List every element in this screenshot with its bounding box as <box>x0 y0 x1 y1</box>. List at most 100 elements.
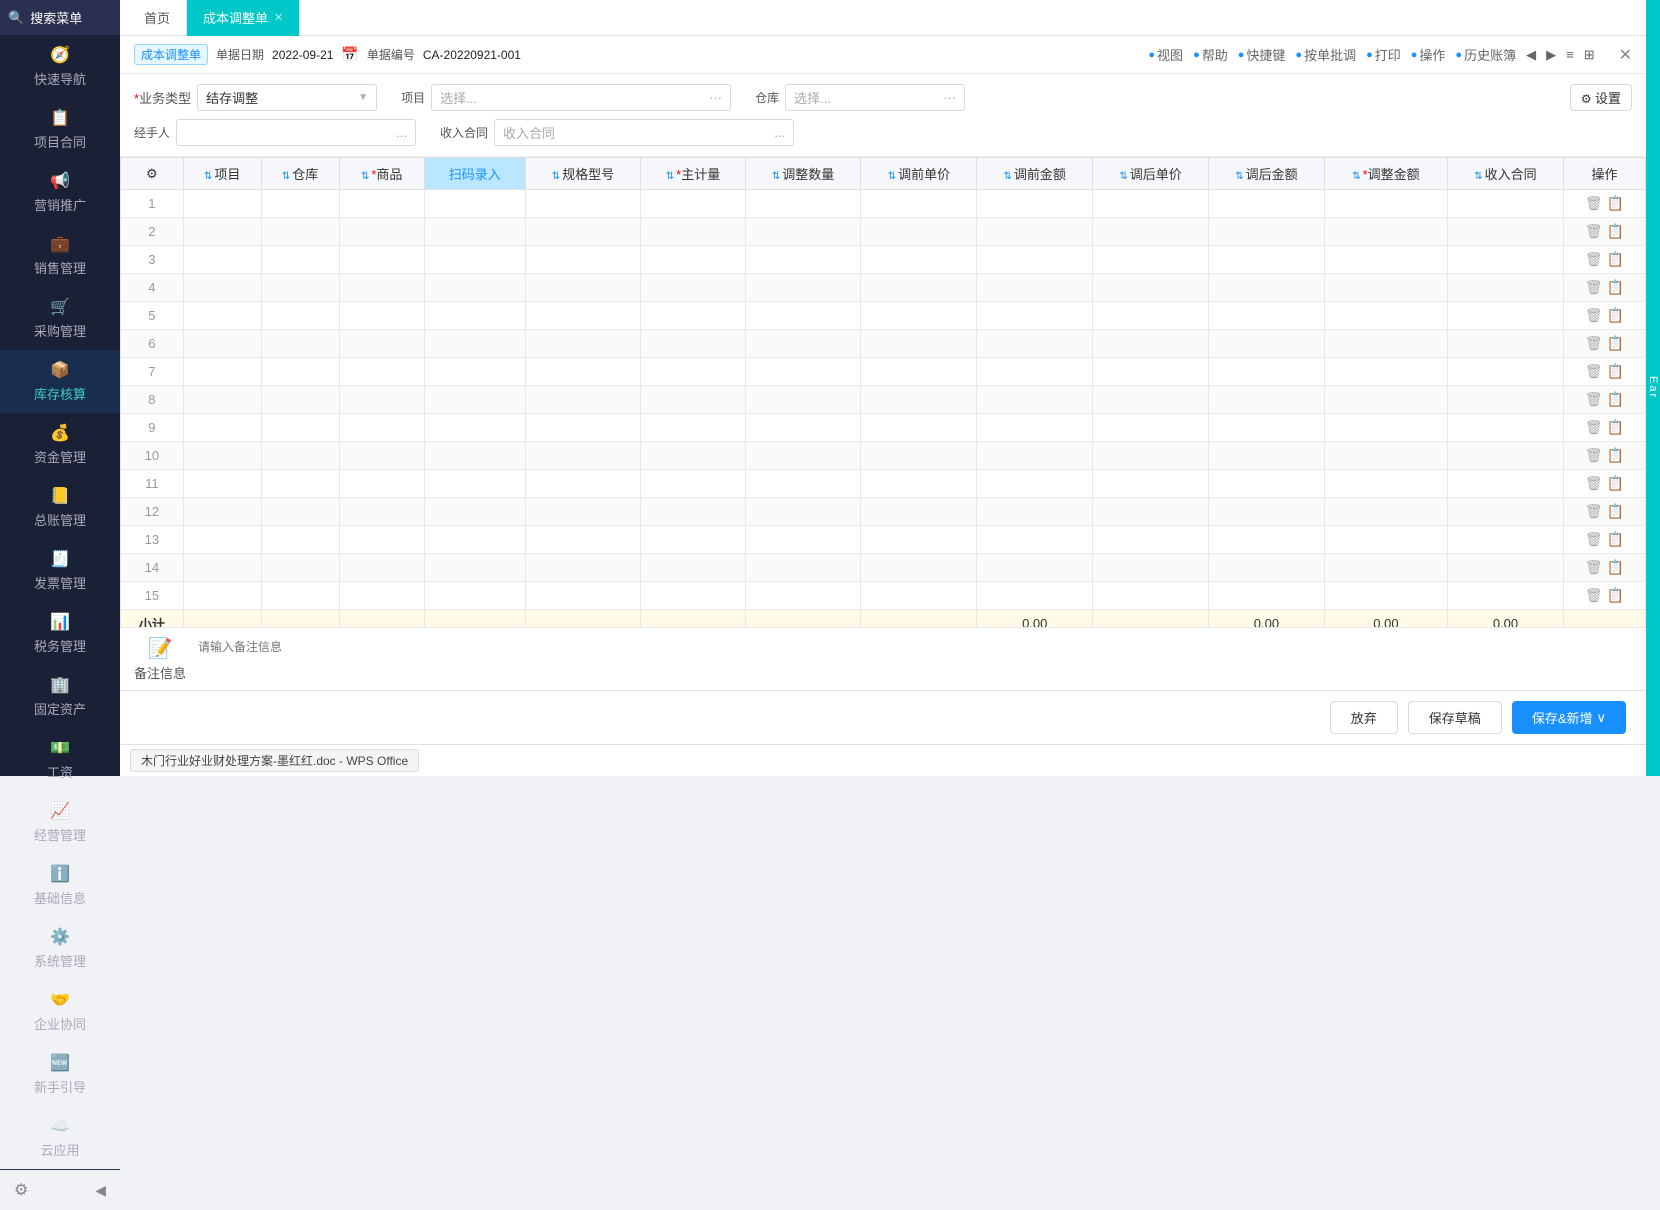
cell-adj_amount-13[interactable] <box>1324 526 1447 554</box>
copy-icon-6[interactable]: 📋 <box>1607 335 1624 352</box>
cell-unit-10[interactable] <box>641 442 745 470</box>
cell-pre_price-5[interactable] <box>861 302 977 330</box>
cell-unit-14[interactable] <box>641 554 745 582</box>
cell-income_contract-5[interactable] <box>1448 302 1564 330</box>
sidebar-item-new-guide[interactable]: 🆕新手引导 <box>0 1043 120 1106</box>
save-new-button[interactable]: 保存&新增 ∨ <box>1512 701 1626 734</box>
delete-icon-9[interactable]: 🗑 <box>1585 419 1603 436</box>
cell-product-8[interactable] <box>339 386 424 414</box>
col-post_price[interactable]: ⇅调后单价 <box>1093 158 1209 190</box>
cell-spec-2[interactable] <box>525 218 641 246</box>
delete-icon-6[interactable]: 🗑 <box>1585 335 1603 352</box>
cell-settings-11[interactable]: 11 <box>121 470 184 498</box>
cell-project-2[interactable] <box>183 218 261 246</box>
cell-post_amount-2[interactable] <box>1209 218 1325 246</box>
cell-post_price-10[interactable] <box>1093 442 1209 470</box>
cell-warehouse-14[interactable] <box>261 554 339 582</box>
cell-scan-2[interactable] <box>424 218 525 246</box>
cell-product-10[interactable] <box>339 442 424 470</box>
cell-post_amount-6[interactable] <box>1209 330 1325 358</box>
cell-unit-8[interactable] <box>641 386 745 414</box>
cell-adj_amount-12[interactable] <box>1324 498 1447 526</box>
delete-icon-10[interactable]: 🗑 <box>1585 447 1603 464</box>
cell-warehouse-2[interactable] <box>261 218 339 246</box>
cell-income_contract-10[interactable] <box>1448 442 1564 470</box>
cell-warehouse-9[interactable] <box>261 414 339 442</box>
cell-adj_amount-6[interactable] <box>1324 330 1447 358</box>
cell-scan-4[interactable] <box>424 274 525 302</box>
date-edit-icon[interactable]: 📅 <box>341 46 358 63</box>
col-income_contract[interactable]: ⇅收入合同 <box>1448 158 1564 190</box>
cell-pre_amount-7[interactable] <box>977 358 1093 386</box>
cell-product-11[interactable] <box>339 470 424 498</box>
cell-qty-15[interactable] <box>745 582 861 610</box>
cell-post_amount-5[interactable] <box>1209 302 1325 330</box>
action-history[interactable]: ● 历史账簿 <box>1455 45 1516 64</box>
cell-post_price-3[interactable] <box>1093 246 1209 274</box>
cell-project-14[interactable] <box>183 554 261 582</box>
cell-product-1[interactable] <box>339 190 424 218</box>
cell-income_contract-9[interactable] <box>1448 414 1564 442</box>
cell-project-5[interactable] <box>183 302 261 330</box>
cell-scan-11[interactable] <box>424 470 525 498</box>
cell-project-15[interactable] <box>183 582 261 610</box>
cell-settings-5[interactable]: 5 <box>121 302 184 330</box>
cell-product-9[interactable] <box>339 414 424 442</box>
sidebar-item-sys-mgmt[interactable]: ⚙️系统管理 <box>0 917 120 980</box>
cell-income_contract-4[interactable] <box>1448 274 1564 302</box>
copy-icon-15[interactable]: 📋 <box>1607 587 1624 604</box>
copy-icon-11[interactable]: 📋 <box>1607 475 1624 492</box>
agent-input[interactable]: ... <box>176 119 416 146</box>
cell-project-10[interactable] <box>183 442 261 470</box>
cell-spec-10[interactable] <box>525 442 641 470</box>
cell-adj_amount-7[interactable] <box>1324 358 1447 386</box>
cell-pre_amount-6[interactable] <box>977 330 1093 358</box>
cell-scan-5[interactable] <box>424 302 525 330</box>
cell-spec-12[interactable] <box>525 498 641 526</box>
cell-post_price-9[interactable] <box>1093 414 1209 442</box>
copy-icon-2[interactable]: 📋 <box>1607 223 1624 240</box>
cell-settings-15[interactable]: 15 <box>121 582 184 610</box>
cell-post_price-14[interactable] <box>1093 554 1209 582</box>
cell-income_contract-6[interactable] <box>1448 330 1564 358</box>
delete-icon-12[interactable]: 🗑 <box>1585 503 1603 520</box>
cell-scan-14[interactable] <box>424 554 525 582</box>
cell-pre_amount-9[interactable] <box>977 414 1093 442</box>
cell-operation-12[interactable]: 🗑📋 <box>1563 498 1645 526</box>
cell-income_contract-7[interactable] <box>1448 358 1564 386</box>
cell-spec-4[interactable] <box>525 274 641 302</box>
cell-project-9[interactable] <box>183 414 261 442</box>
cell-qty-7[interactable] <box>745 358 861 386</box>
cell-spec-3[interactable] <box>525 246 641 274</box>
cell-settings-7[interactable]: 7 <box>121 358 184 386</box>
taskbar-item[interactable]: 木门行业好业财处理方案-墨红红.doc - WPS Office <box>130 749 419 772</box>
cell-adj_amount-1[interactable] <box>1324 190 1447 218</box>
copy-icon-3[interactable]: 📋 <box>1607 251 1624 268</box>
cell-pre_amount-10[interactable] <box>977 442 1093 470</box>
cell-operation-9[interactable]: 🗑📋 <box>1563 414 1645 442</box>
cell-product-15[interactable] <box>339 582 424 610</box>
cell-unit-3[interactable] <box>641 246 745 274</box>
cell-post_price-8[interactable] <box>1093 386 1209 414</box>
cell-scan-9[interactable] <box>424 414 525 442</box>
cell-unit-5[interactable] <box>641 302 745 330</box>
cell-post_price-15[interactable] <box>1093 582 1209 610</box>
cell-spec-11[interactable] <box>525 470 641 498</box>
action-view[interactable]: ● 视图 <box>1148 45 1183 64</box>
action-operate[interactable]: ● 操作 <box>1411 45 1446 64</box>
cell-adj_amount-3[interactable] <box>1324 246 1447 274</box>
cell-scan-13[interactable] <box>424 526 525 554</box>
delete-icon-7[interactable]: 🗑 <box>1585 363 1603 380</box>
cell-pre_amount-12[interactable] <box>977 498 1093 526</box>
cell-product-4[interactable] <box>339 274 424 302</box>
cell-post_price-2[interactable] <box>1093 218 1209 246</box>
cell-income_contract-2[interactable] <box>1448 218 1564 246</box>
cell-settings-6[interactable]: 6 <box>121 330 184 358</box>
cell-operation-14[interactable]: 🗑📋 <box>1563 554 1645 582</box>
nav-prev[interactable]: ◀ <box>1526 47 1536 63</box>
cell-project-6[interactable] <box>183 330 261 358</box>
sidebar-item-purchase-mgmt[interactable]: 🛒采购管理 <box>0 287 120 350</box>
cell-settings-10[interactable]: 10 <box>121 442 184 470</box>
cell-post_price-12[interactable] <box>1093 498 1209 526</box>
cell-warehouse-1[interactable] <box>261 190 339 218</box>
